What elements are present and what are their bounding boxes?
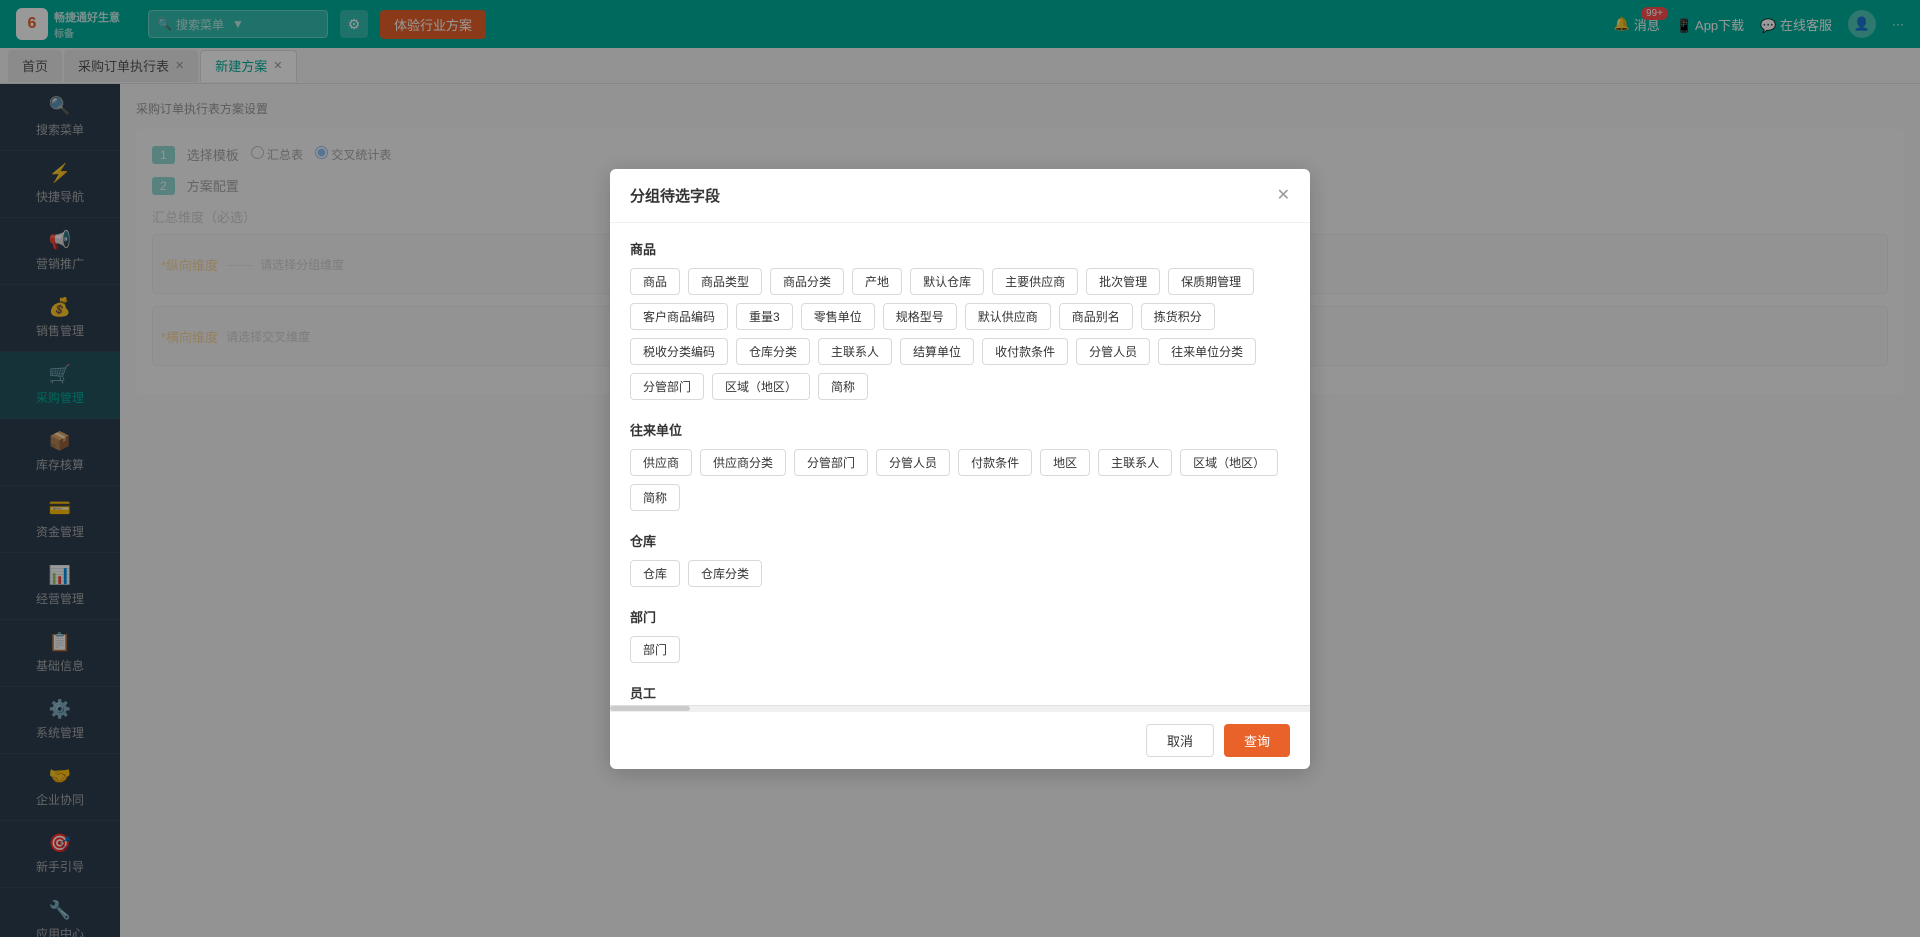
section-department-title: 部门 <box>630 607 1290 626</box>
field-tag[interactable]: 拣货积分 <box>1141 303 1215 330</box>
field-tag[interactable]: 批次管理 <box>1086 268 1160 295</box>
field-tag[interactable]: 仓库分类 <box>688 560 762 587</box>
field-tag[interactable]: 保质期管理 <box>1168 268 1254 295</box>
field-grid-product: 商品 商品类型 商品分类 产地 默认仓库 主要供应商 批次管理 保质期管理 客户… <box>630 268 1290 400</box>
modal-overlay: 分组待选字段 ✕ 商品 商品 商品类型 商品分类 产地 默认仓库 主要供应商 批… <box>0 0 1920 937</box>
modal-title: 分组待选字段 <box>630 185 720 206</box>
section-partner-title: 往来单位 <box>630 420 1290 439</box>
field-tag[interactable]: 分管部门 <box>794 449 868 476</box>
field-tag[interactable]: 产地 <box>852 268 902 295</box>
field-tag[interactable]: 供应商 <box>630 449 692 476</box>
section-partner: 往来单位 供应商 供应商分类 分管部门 分管人员 付款条件 地区 主联系人 区域… <box>630 420 1290 511</box>
field-tag[interactable]: 零售单位 <box>801 303 875 330</box>
modal-footer: 取消 查询 <box>610 711 1310 769</box>
field-tag[interactable]: 分管人员 <box>1076 338 1150 365</box>
field-tag[interactable]: 商品类型 <box>688 268 762 295</box>
field-tag[interactable]: 地区 <box>1040 449 1090 476</box>
field-tag[interactable]: 仓库分类 <box>736 338 810 365</box>
field-tag[interactable]: 税收分类编码 <box>630 338 728 365</box>
section-employee: 员工 业务员 <box>630 683 1290 705</box>
field-tag[interactable]: 供应商分类 <box>700 449 786 476</box>
field-tag[interactable]: 收付款条件 <box>982 338 1068 365</box>
section-product-title: 商品 <box>630 239 1290 258</box>
modal-body: 商品 商品 商品类型 商品分类 产地 默认仓库 主要供应商 批次管理 保质期管理… <box>610 223 1310 705</box>
field-tag[interactable]: 主联系人 <box>818 338 892 365</box>
field-grid-partner: 供应商 供应商分类 分管部门 分管人员 付款条件 地区 主联系人 区域（地区） … <box>630 449 1290 511</box>
field-select-modal: 分组待选字段 ✕ 商品 商品 商品类型 商品分类 产地 默认仓库 主要供应商 批… <box>610 169 1310 769</box>
field-tag[interactable]: 商品 <box>630 268 680 295</box>
section-warehouse: 仓库 仓库 仓库分类 <box>630 531 1290 587</box>
field-tag[interactable]: 主要供应商 <box>992 268 1078 295</box>
confirm-button[interactable]: 查询 <box>1224 724 1290 757</box>
field-tag[interactable]: 默认仓库 <box>910 268 984 295</box>
field-tag[interactable]: 区域（地区） <box>1180 449 1278 476</box>
section-department: 部门 部门 <box>630 607 1290 663</box>
field-tag[interactable]: 分管部门 <box>630 373 704 400</box>
field-tag[interactable]: 分管人员 <box>876 449 950 476</box>
field-tag[interactable]: 往来单位分类 <box>1158 338 1256 365</box>
modal-close-button[interactable]: ✕ <box>1277 185 1290 205</box>
modal-header: 分组待选字段 ✕ <box>610 169 1310 223</box>
field-tag[interactable]: 商品分类 <box>770 268 844 295</box>
field-tag[interactable]: 商品别名 <box>1059 303 1133 330</box>
cancel-button[interactable]: 取消 <box>1146 724 1214 757</box>
field-tag[interactable]: 客户商品编码 <box>630 303 728 330</box>
field-tag[interactable]: 部门 <box>630 636 680 663</box>
field-tag[interactable]: 区域（地区） <box>712 373 810 400</box>
field-tag[interactable]: 简称 <box>818 373 868 400</box>
modal-horizontal-scrollbar[interactable] <box>610 705 1310 711</box>
field-tag[interactable]: 重量3 <box>736 303 793 330</box>
field-tag[interactable]: 结算单位 <box>900 338 974 365</box>
section-employee-title: 员工 <box>630 683 1290 702</box>
field-grid-department: 部门 <box>630 636 1290 663</box>
section-product: 商品 商品 商品类型 商品分类 产地 默认仓库 主要供应商 批次管理 保质期管理… <box>630 239 1290 400</box>
field-tag[interactable]: 默认供应商 <box>965 303 1051 330</box>
field-grid-warehouse: 仓库 仓库分类 <box>630 560 1290 587</box>
section-warehouse-title: 仓库 <box>630 531 1290 550</box>
field-tag[interactable]: 规格型号 <box>883 303 957 330</box>
field-tag[interactable]: 简称 <box>630 484 680 511</box>
field-tag[interactable]: 主联系人 <box>1098 449 1172 476</box>
field-tag[interactable]: 仓库 <box>630 560 680 587</box>
field-tag[interactable]: 付款条件 <box>958 449 1032 476</box>
